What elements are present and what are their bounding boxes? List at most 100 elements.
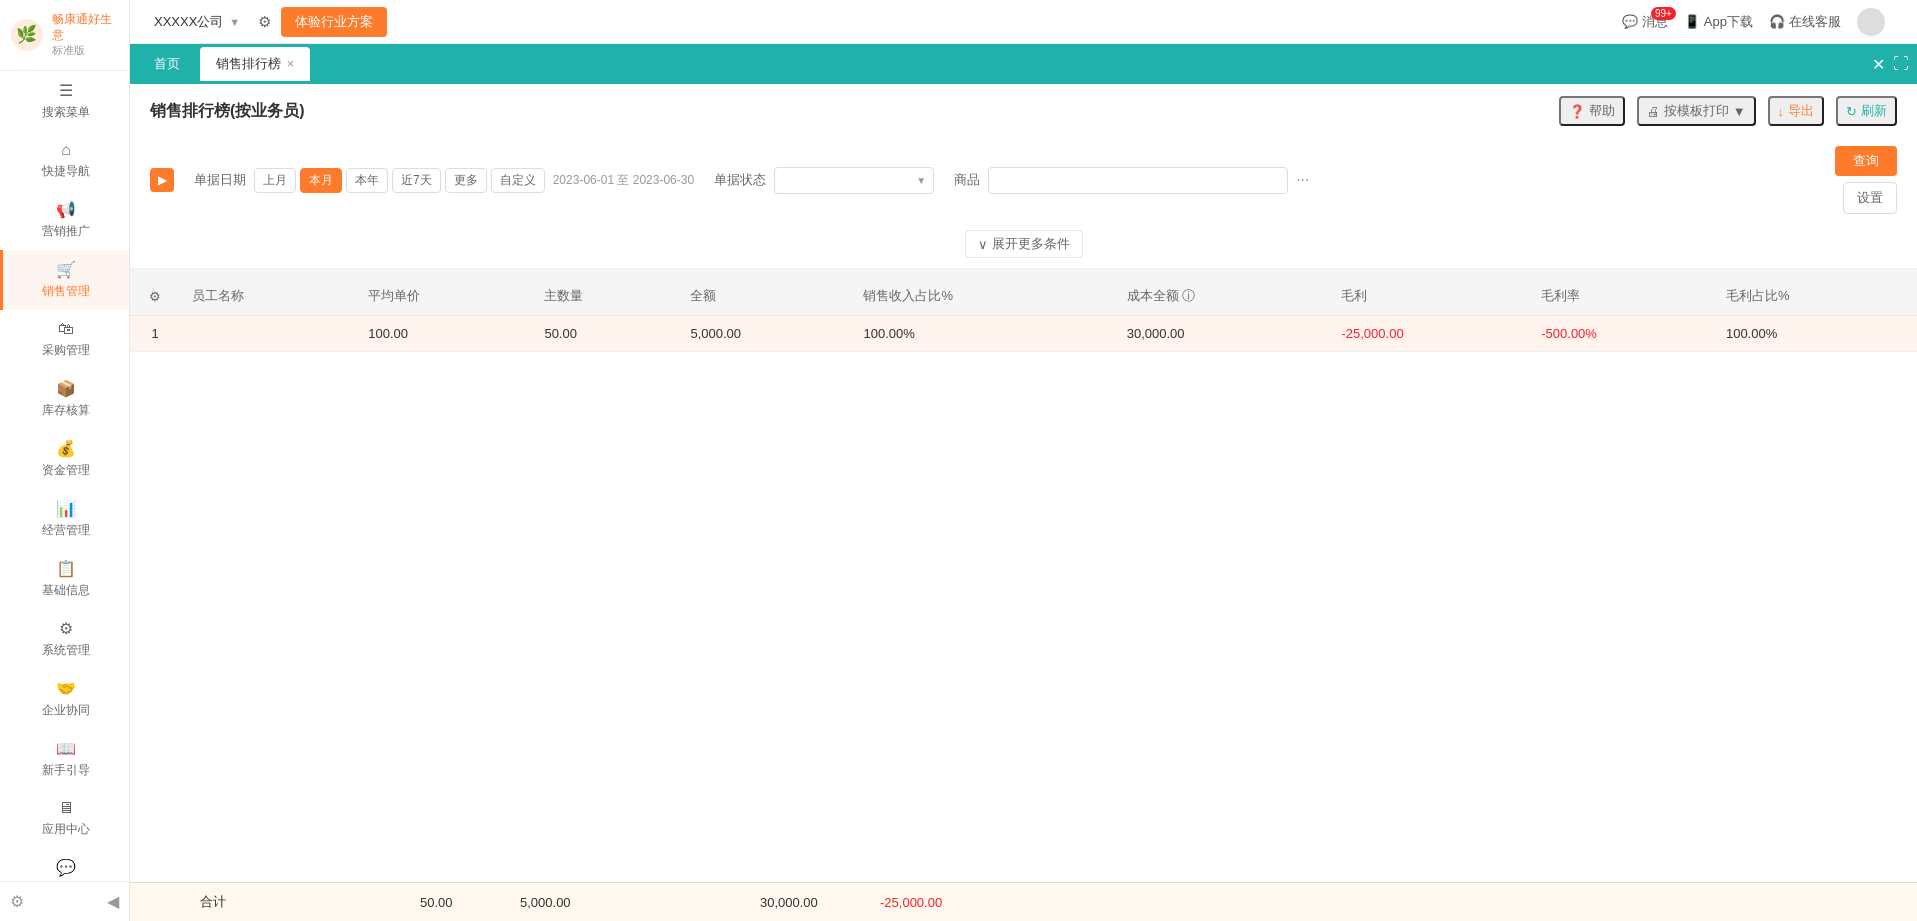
sidebar-item-search[interactable]: ☰ 搜索菜单 [0, 71, 129, 131]
refresh-icon: ↻ [1846, 104, 1857, 119]
inventory-icon: 📦 [56, 379, 76, 398]
td-amount: 5,000.00 [678, 316, 851, 352]
page-header-section: 销售排行榜(按业务员) ❓ 帮助 🖨 按模板打印 ▼ ↓ 导出 [130, 84, 1917, 136]
td-gross-pct: 100.00% [1714, 316, 1917, 352]
tab-label: 销售排行榜 [216, 55, 281, 73]
sidebar-item-operations[interactable]: 📊 经营管理 [0, 489, 129, 549]
sidebar-item-label: 搜索菜单 [42, 104, 90, 121]
export-icon: ↓ [1778, 104, 1785, 119]
tab-sales-ranking[interactable]: 销售排行榜 × [200, 47, 310, 81]
message-button[interactable]: 💬 消息 99+ [1622, 13, 1668, 31]
sidebar-item-system[interactable]: ⚙ 系统管理 [0, 609, 129, 669]
td-gross: -25,000.00 [1329, 316, 1529, 352]
status-select[interactable] [774, 167, 934, 194]
custom-date-button[interactable]: 自定义 [491, 168, 545, 193]
topbar: XXXXX公司 ▼ ⚙ 体验行业方案 💬 消息 99+ 📱 App下载 🎧 在线… [130, 0, 1917, 44]
td-rank: 1 [130, 316, 180, 352]
footer-amount: 5,000.00 [520, 895, 640, 910]
sidebar-logo: 🌿 畅康通好生意 标准版 [0, 0, 129, 71]
sidebar-item-marketing[interactable]: 📢 营销推广 [0, 190, 129, 250]
last-month-button[interactable]: 上月 [254, 168, 296, 193]
content-body: 销售排行榜(按业务员) ❓ 帮助 🖨 按模板打印 ▼ ↓ 导出 [130, 84, 1917, 921]
filter-row-1: ▶ 单据日期 上月 本月 本年 近7天 更多 自定义 2023-06-01 至 … [150, 146, 1897, 214]
sidebar-item-finance[interactable]: 💰 资金管理 [0, 429, 129, 489]
last7-button[interactable]: 近7天 [392, 168, 441, 193]
more-date-button[interactable]: 更多 [445, 168, 487, 193]
help-icon: ❓ [1569, 104, 1585, 119]
this-month-button[interactable]: 本月 [300, 168, 342, 193]
tab-home[interactable]: 首页 [138, 47, 196, 81]
company-selector[interactable]: XXXXX公司 ▼ [146, 9, 248, 35]
topbar-settings-icon[interactable]: ⚙ [258, 13, 271, 31]
sidebar-item-label: 基础信息 [42, 582, 90, 599]
sales-icon: 🛒 [56, 260, 76, 279]
expand-window-icon[interactable]: ⛶ [1893, 55, 1909, 73]
data-table: ⚙ 员工名称 平均单价 主数量 全额 销售收入占比% 成本全额 ⓘ 毛利 毛利率… [130, 277, 1917, 352]
sidebar-item-label: 新手引导 [42, 762, 90, 779]
close-window-icon[interactable]: ✕ [1872, 55, 1885, 74]
date-buttons: 上月 本月 本年 近7天 更多 自定义 [254, 168, 545, 193]
marketing-icon: 📢 [56, 200, 76, 219]
sidebar-item-quick-nav[interactable]: ⌂ 快捷导航 [0, 131, 129, 190]
export-button[interactable]: ↓ 导出 [1768, 96, 1825, 126]
tabbar: 首页 销售排行榜 × ✕ ⛶ [130, 44, 1917, 84]
settings-button[interactable]: 设置 [1843, 182, 1897, 214]
sidebar-item-enterprise[interactable]: 🤝 企业协同 [0, 669, 129, 729]
app-download-button[interactable]: 📱 App下载 [1684, 13, 1753, 31]
help-button[interactable]: ❓ 帮助 [1559, 96, 1625, 126]
footer-gross: -25,000.00 [880, 895, 1000, 910]
th-gross-pct: 毛利占比% [1714, 277, 1917, 316]
message-badge: 99+ [1651, 7, 1676, 20]
page-title: 销售排行榜(按业务员) [150, 101, 305, 122]
sidebar-item-label: 应用中心 [42, 821, 90, 838]
page-actions: ❓ 帮助 🖨 按模板打印 ▼ ↓ 导出 ↻ 刷新 [1559, 96, 1897, 126]
sidebar-item-app-center[interactable]: 🖥 应用中心 [0, 789, 129, 848]
th-gross-rate: 毛利率 [1529, 277, 1714, 316]
sidebar-item-guide[interactable]: 📖 新手引导 [0, 729, 129, 789]
avatar[interactable] [1857, 8, 1885, 36]
sidebar-item-inventory[interactable]: 📦 库存核算 [0, 369, 129, 429]
sidebar-item-label: 企业协同 [42, 702, 90, 719]
headset-icon: 🎧 [1769, 14, 1785, 29]
more-options-icon[interactable]: ··· [1296, 171, 1309, 189]
footer-cost: 30,000.00 [760, 895, 880, 910]
sidebar-item-label: 资金管理 [42, 462, 90, 479]
chevron-down-icon: ∨ [978, 237, 988, 252]
tab-close-icon[interactable]: × [287, 57, 294, 71]
sidebar-item-wechat[interactable]: 💬 企业微信 [0, 848, 129, 881]
th-cost: 成本全额 ⓘ [1115, 277, 1330, 316]
goods-input[interactable] [988, 167, 1288, 194]
collapse-icon[interactable]: ◀ [107, 892, 119, 911]
tabbar-right: ✕ ⛶ [1872, 55, 1909, 74]
sidebar-item-label: 采购管理 [42, 342, 90, 359]
app-version: 标准版 [52, 43, 119, 58]
td-qty: 50.00 [532, 316, 678, 352]
sidebar-item-sales[interactable]: 🛒 销售管理 [0, 250, 129, 310]
sidebar-item-basic-info[interactable]: 📋 基础信息 [0, 549, 129, 609]
date-filter-label: 单据日期 [194, 171, 246, 189]
home-icon: ⌂ [61, 141, 71, 159]
logo-icon: 🌿 [10, 17, 44, 53]
sidebar-item-purchase[interactable]: 🛍 采购管理 [0, 310, 129, 369]
print-button[interactable]: 🖨 按模板打印 ▼ [1637, 96, 1756, 126]
message-icon: 💬 [1622, 14, 1638, 29]
expand-button[interactable]: ∨ 展开更多条件 [965, 230, 1083, 258]
footer-qty: 50.00 [420, 895, 520, 910]
goods-filter-label: 商品 [954, 171, 980, 189]
filter-section: ▶ 单据日期 上月 本月 本年 近7天 更多 自定义 2023-06-01 至 … [130, 136, 1917, 269]
refresh-button[interactable]: ↻ 刷新 [1836, 96, 1897, 126]
sidebar: 🌿 畅康通好生意 标准版 ☰ 搜索菜单 ⌂ 快捷导航 📢 营销推广 🛒 销售管理… [0, 0, 130, 921]
this-year-button[interactable]: 本年 [346, 168, 388, 193]
th-avg-price: 平均单价 [356, 277, 532, 316]
experience-button[interactable]: 体验行业方案 [281, 7, 387, 37]
company-name: XXXXX公司 [154, 13, 223, 31]
date-range-display: 2023-06-01 至 2023-06-30 [553, 172, 694, 189]
online-service-button[interactable]: 🎧 在线客服 [1769, 13, 1841, 31]
query-button[interactable]: 查询 [1835, 146, 1897, 176]
print-icon: 🖨 [1647, 104, 1660, 119]
sidebar-footer: ⚙ ◀ [0, 881, 129, 921]
td-avg-price: 100.00 [356, 316, 532, 352]
filter-arrow-button[interactable]: ▶ [150, 168, 174, 192]
td-cost: 30,000.00 [1115, 316, 1330, 352]
settings-gear-icon[interactable]: ⚙ [10, 892, 24, 911]
